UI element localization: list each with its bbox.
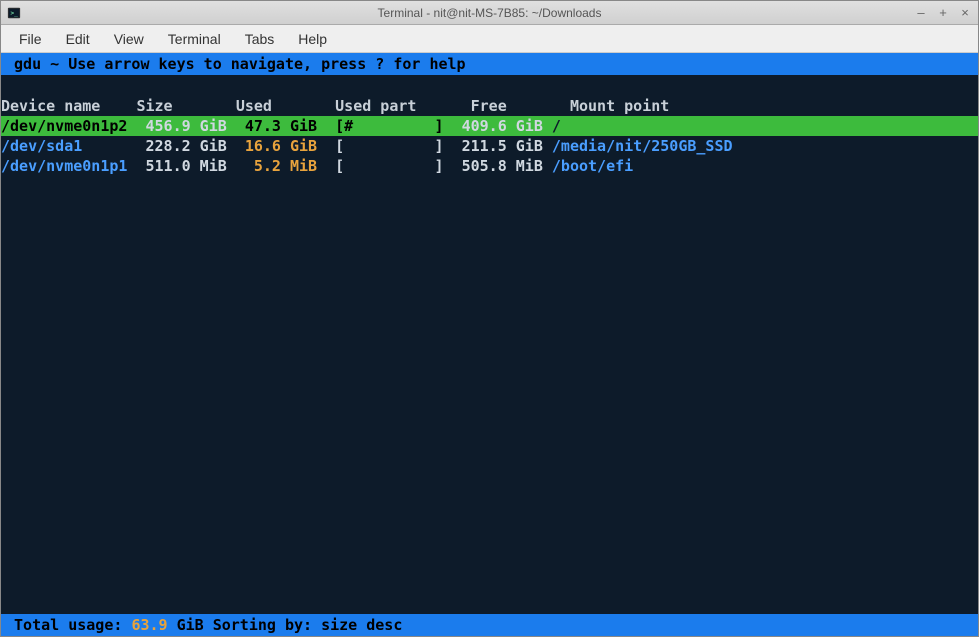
device-row[interactable]: /dev/sda1 228.2 GiB 16.6 GiB [ ] 211.5 G… <box>1 136 978 156</box>
terminal-viewport[interactable]: gdu ~ Use arrow keys to navigate, press … <box>1 53 978 636</box>
gdu-footer: Total usage: 63.9 GiB Sorting by: size d… <box>1 614 978 636</box>
svg-text:>_: >_ <box>11 9 19 16</box>
device-row[interactable]: /dev/nvme0n1p1 511.0 MiB 5.2 MiB [ ] 505… <box>1 156 978 176</box>
menu-help[interactable]: Help <box>288 27 337 51</box>
minimize-button[interactable]: – <box>914 5 928 20</box>
close-button[interactable]: × <box>958 5 972 20</box>
gdu-header: gdu ~ Use arrow keys to navigate, press … <box>1 53 978 75</box>
window-title: Terminal - nit@nit-MS-7B85: ~/Downloads <box>378 6 602 20</box>
gdu-content: Device name Size Used Used part Free Mou… <box>1 75 978 614</box>
app-icon: >_ <box>7 6 21 20</box>
app-window: >_ Terminal - nit@nit-MS-7B85: ~/Downloa… <box>0 0 979 637</box>
menu-tabs[interactable]: Tabs <box>235 27 285 51</box>
maximize-button[interactable]: + <box>936 5 950 20</box>
titlebar[interactable]: >_ Terminal - nit@nit-MS-7B85: ~/Downloa… <box>1 1 978 25</box>
menu-file[interactable]: File <box>9 27 52 51</box>
device-row[interactable]: /dev/nvme0n1p2 456.9 GiB 47.3 GiB [# ] 4… <box>1 116 978 136</box>
menu-view[interactable]: View <box>104 27 154 51</box>
column-headers: Device name Size Used Used part Free Mou… <box>1 96 978 116</box>
menu-edit[interactable]: Edit <box>56 27 100 51</box>
menubar: File Edit View Terminal Tabs Help <box>1 25 978 53</box>
menu-terminal[interactable]: Terminal <box>158 27 231 51</box>
